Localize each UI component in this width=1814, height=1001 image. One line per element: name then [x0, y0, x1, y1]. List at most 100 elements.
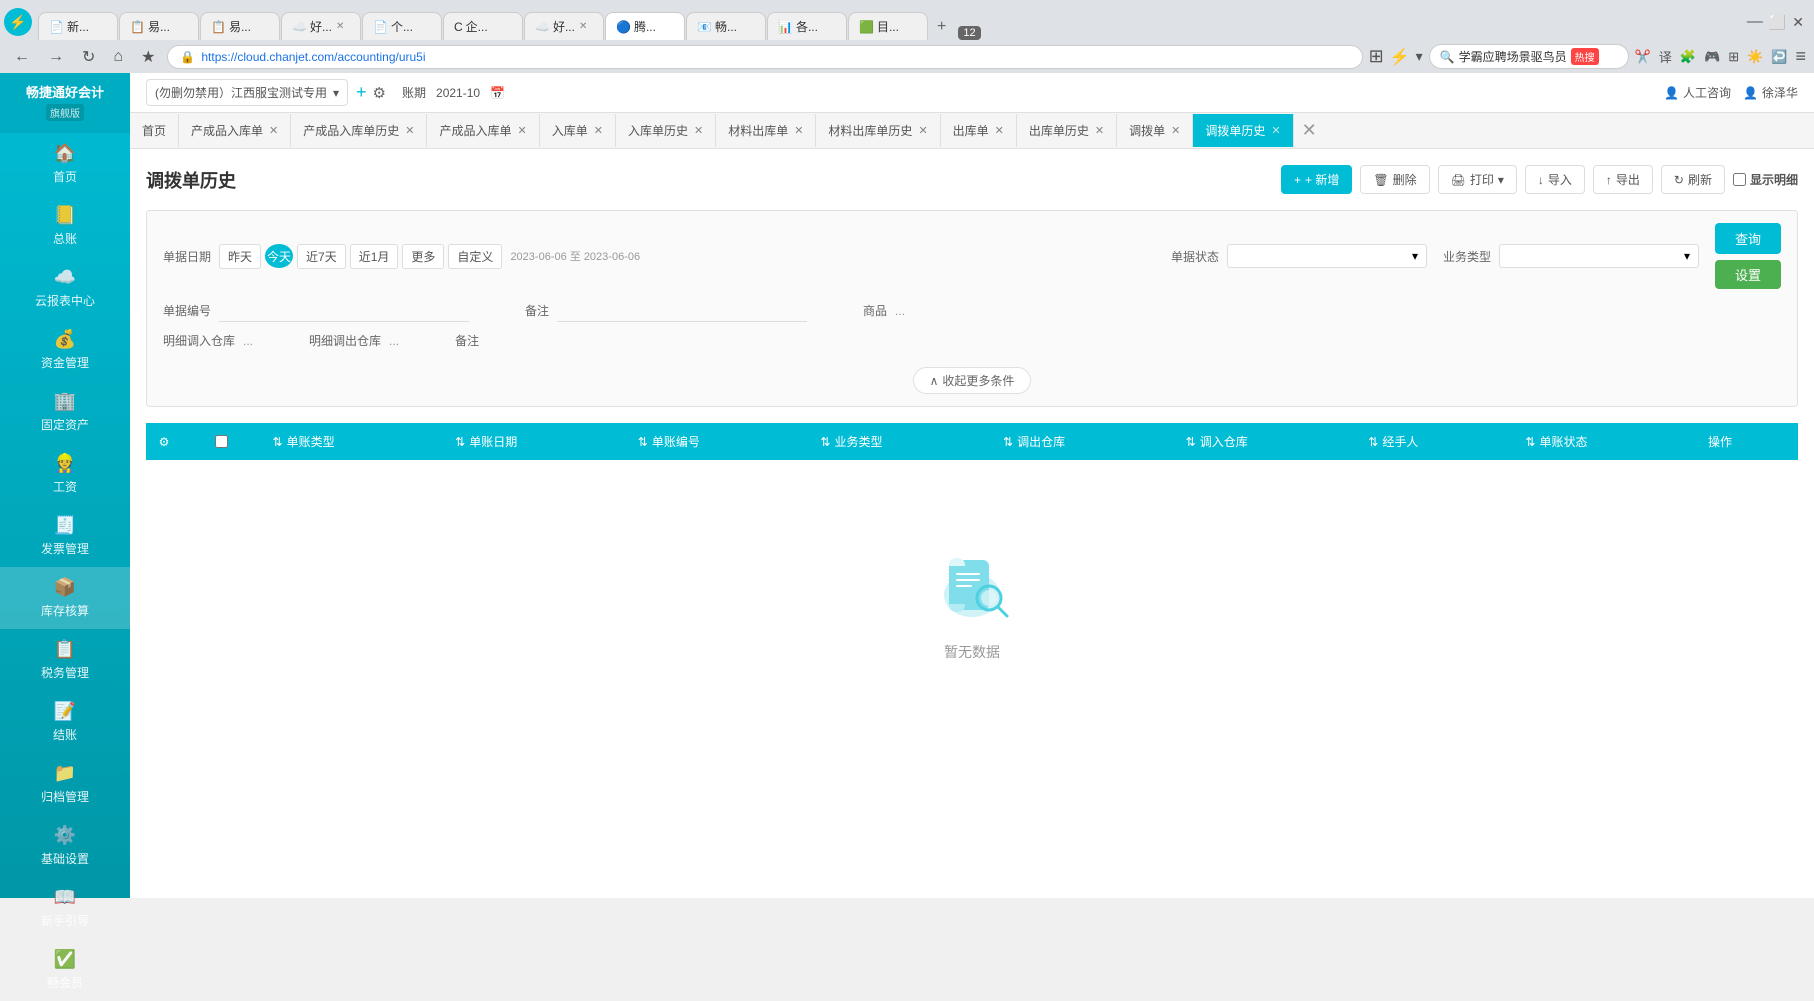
translate-icon[interactable]: 译: [1659, 47, 1672, 66]
th-settings[interactable]: ⚙: [146, 423, 182, 460]
address-bar[interactable]: 🔒 https://cloud.chanjet.com/accounting/u…: [167, 45, 1362, 69]
nav-tab-9-close[interactable]: ✕: [1095, 124, 1104, 137]
nav-tab-home[interactable]: 首页: [130, 114, 179, 147]
browser-search-bar[interactable]: 🔍 学霸应聘场景驱鸟员 热搜: [1429, 44, 1629, 69]
setting-button[interactable]: 设置: [1715, 260, 1781, 289]
sidebar-item-invoice[interactable]: 🧾 发票管理: [0, 505, 130, 567]
th-biz-type[interactable]: ⇅ 业务类型: [808, 423, 991, 460]
sidebar-item-settings[interactable]: ⚙️ 基础设置: [0, 815, 130, 877]
nav-tab-9[interactable]: 出库单历史 ✕: [1017, 114, 1117, 147]
status-select[interactable]: ▾: [1227, 244, 1427, 268]
nav-tab-6[interactable]: 材料出库单 ✕: [716, 114, 816, 147]
nav-tab-2[interactable]: 产成品入库单历史 ✕: [291, 114, 427, 147]
new-button[interactable]: + + 新增: [1281, 165, 1352, 194]
export-button[interactable]: ↑ 导出: [1593, 165, 1653, 194]
browser-tab-3[interactable]: 📋 易...: [200, 12, 280, 40]
date-more-btn[interactable]: 更多: [402, 244, 444, 269]
sidebar-item-home[interactable]: 🏠 首页: [0, 133, 130, 195]
sidebar-item-guide[interactable]: 📖 新手引导: [0, 877, 130, 939]
period-selector[interactable]: 账期 2021-10 📅: [402, 84, 505, 101]
undo-icon[interactable]: ↩️: [1771, 49, 1787, 65]
th-bill-status[interactable]: ⇅ 单账状态: [1513, 423, 1696, 460]
browser-tab-5[interactable]: 📄 个...: [362, 12, 442, 40]
th-bill-type[interactable]: ⇅ 单账类型: [261, 423, 444, 460]
sidebar-item-archive[interactable]: 📁 归档管理: [0, 753, 130, 815]
new-tab-button[interactable]: +: [929, 14, 954, 40]
nav-tab-5[interactable]: 入库单历史 ✕: [616, 114, 716, 147]
th-bill-date[interactable]: ⇅ 单账日期: [443, 423, 626, 460]
add-company-button[interactable]: +: [356, 82, 367, 103]
company-selector[interactable]: (勿删勿禁用）江西服宝测试专用 ▾: [146, 79, 348, 106]
refresh-button[interactable]: ↻ 刷新: [1661, 165, 1725, 194]
maximize-button[interactable]: ⬜: [1769, 14, 1786, 31]
select-all-checkbox[interactable]: [215, 435, 228, 448]
warehouse-in-dots[interactable]: ...: [243, 334, 253, 348]
billno-input[interactable]: [219, 299, 469, 322]
minimize-button[interactable]: —: [1747, 13, 1763, 31]
browser-tab-1[interactable]: 📄 新...: [38, 12, 118, 40]
delete-button[interactable]: 🗑 删除: [1360, 165, 1429, 194]
nav-tab-6-close[interactable]: ✕: [794, 124, 803, 137]
date-1month-btn[interactable]: 近1月: [350, 244, 399, 269]
display-all-checkbox-label[interactable]: 显示明细: [1733, 171, 1798, 188]
nav-tab-8[interactable]: 出库单 ✕: [941, 114, 1017, 147]
sidebar-item-closing[interactable]: 📝 结账: [0, 691, 130, 753]
nav-tab-7[interactable]: 材料出库单历史 ✕: [816, 114, 940, 147]
sun-icon[interactable]: ☀️: [1747, 49, 1763, 65]
browser-tab-6[interactable]: C 企...: [443, 12, 523, 40]
nav-tab-4-close[interactable]: ✕: [594, 124, 603, 137]
display-all-checkbox[interactable]: [1733, 173, 1746, 186]
refresh-nav-button[interactable]: ↻: [76, 45, 101, 69]
back-button[interactable]: ←: [8, 46, 36, 68]
sidebar-item-tax[interactable]: 📋 税务管理: [0, 629, 130, 691]
nav-tab-5-close[interactable]: ✕: [694, 124, 703, 137]
sidebar-item-inventory[interactable]: 📦 库存核算: [0, 567, 130, 629]
nav-tab-3-close[interactable]: ✕: [518, 124, 527, 137]
forward-button[interactable]: →: [42, 46, 70, 68]
browser-tab-8[interactable]: 🔵 腾...: [605, 12, 685, 40]
nav-tab-11[interactable]: 调拨单历史 ✕: [1193, 114, 1293, 147]
th-out-warehouse[interactable]: ⇅ 调出仓库: [991, 423, 1174, 460]
collapse-button[interactable]: ∧ 收起更多条件: [913, 367, 1032, 394]
browser-tab-11[interactable]: 🟩 目...: [848, 12, 928, 40]
grid-icon[interactable]: ⊞: [1728, 49, 1739, 65]
sidebar-item-ledger[interactable]: 📒 总账: [0, 195, 130, 257]
sidebar-item-assets[interactable]: 🏢 固定资产: [0, 381, 130, 443]
date-today-btn[interactable]: 今天: [265, 244, 293, 268]
nav-tab-4[interactable]: 入库单 ✕: [540, 114, 616, 147]
date-yesterday-btn[interactable]: 昨天: [219, 244, 261, 269]
remark1-input[interactable]: [557, 299, 807, 322]
nav-tab-2-close[interactable]: ✕: [405, 124, 414, 137]
nav-tab-11-close[interactable]: ✕: [1271, 124, 1280, 137]
date-custom-btn[interactable]: 自定义: [448, 244, 502, 269]
date-7days-btn[interactable]: 近7天: [297, 244, 346, 269]
bookmark-button[interactable]: ★: [135, 45, 161, 69]
biztype-select[interactable]: ▾: [1499, 244, 1699, 268]
th-in-warehouse[interactable]: ⇅ 调入仓库: [1174, 423, 1357, 460]
browser-tab-4[interactable]: ☁️ 好... ✕: [281, 12, 361, 40]
extension-icon[interactable]: 🧩: [1680, 49, 1696, 65]
extensions-icon[interactable]: ⊞: [1369, 46, 1384, 67]
nav-tab-7-close[interactable]: ✕: [918, 124, 927, 137]
browser-tab-9[interactable]: 📧 畅...: [686, 12, 766, 40]
chevron-down-icon[interactable]: ▾: [1416, 48, 1423, 65]
nav-tab-10-close[interactable]: ✕: [1171, 124, 1180, 137]
warehouse-out-dots[interactable]: ...: [389, 334, 399, 348]
menu-icon[interactable]: ≡: [1795, 46, 1806, 67]
sidebar-item-funds[interactable]: 💰 资金管理: [0, 319, 130, 381]
customer-service-button[interactable]: 👤 人工咨询: [1664, 84, 1731, 101]
import-button[interactable]: ↓ 导入: [1525, 165, 1585, 194]
nav-tab-10[interactable]: 调拨单 ✕: [1117, 114, 1193, 147]
print-button[interactable]: 🖨 打印 ▾: [1438, 165, 1517, 194]
home-button[interactable]: ⌂: [107, 46, 129, 68]
sidebar-item-member[interactable]: ✅ 畅会员: [0, 939, 130, 1001]
sidebar-item-salary[interactable]: 👷 工资: [0, 443, 130, 505]
lightning-icon[interactable]: ⚡: [1390, 47, 1410, 67]
th-check[interactable]: [182, 423, 261, 460]
close-button[interactable]: ✕: [1792, 14, 1804, 31]
user-avatar[interactable]: 👤 徐泽华: [1743, 84, 1798, 101]
search-button[interactable]: 查询: [1715, 223, 1781, 254]
scissors-icon[interactable]: ✂️: [1635, 49, 1651, 65]
browser-tab-10[interactable]: 📊 各...: [767, 12, 847, 40]
th-handler[interactable]: ⇅ 经手人: [1356, 423, 1513, 460]
